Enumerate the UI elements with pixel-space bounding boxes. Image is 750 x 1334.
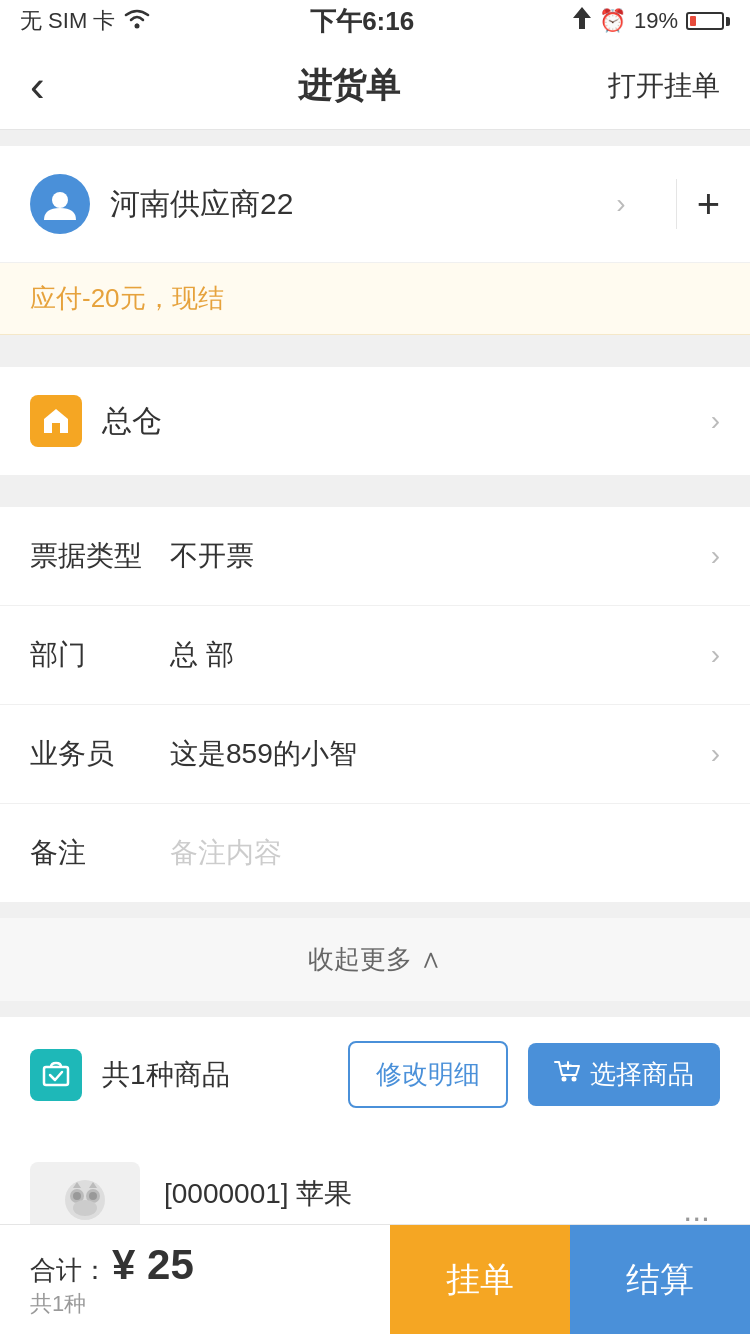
status-bar: 无 SIM 卡 下午6:16 ⏰ 19% bbox=[0, 0, 750, 42]
location-icon bbox=[573, 7, 591, 35]
svg-point-13 bbox=[73, 1200, 97, 1216]
warehouse-arrow-icon: › bbox=[711, 405, 720, 437]
page-title: 进货单 bbox=[298, 63, 400, 109]
department-label: 部门 bbox=[30, 636, 150, 674]
status-right: ⏰ 19% bbox=[573, 7, 730, 35]
product-name: [0000001] 苹果 bbox=[164, 1175, 649, 1213]
collapse-label: 收起更多 ∧ bbox=[308, 942, 441, 977]
select-products-label: 选择商品 bbox=[590, 1057, 694, 1092]
divider bbox=[676, 179, 677, 229]
total-section: 合计： ¥ 25 共1种 bbox=[0, 1225, 390, 1334]
time-display: 下午6:16 bbox=[310, 4, 414, 39]
total-label: 合计： bbox=[30, 1253, 108, 1288]
invoice-label: 票据类型 bbox=[30, 537, 150, 575]
back-button[interactable]: ‹ bbox=[30, 61, 90, 111]
battery-percent: 19% bbox=[634, 8, 678, 34]
products-count: 共1种商品 bbox=[102, 1056, 328, 1094]
salesperson-row[interactable]: 业务员 这是859的小智 › bbox=[0, 705, 750, 804]
svg-rect-2 bbox=[52, 423, 60, 433]
supplier-avatar bbox=[30, 174, 90, 234]
warehouse-name: 总仓 bbox=[102, 401, 711, 442]
products-header: 共1种商品 修改明细 选择商品 bbox=[0, 1017, 750, 1132]
department-row[interactable]: 部门 总 部 › bbox=[0, 606, 750, 705]
total-count: 共1种 bbox=[30, 1289, 360, 1319]
salesperson-value: 这是859的小智 bbox=[150, 735, 711, 773]
warehouse-row[interactable]: 总仓 › bbox=[0, 367, 750, 475]
department-arrow-icon: › bbox=[711, 639, 720, 671]
svg-point-4 bbox=[562, 1077, 567, 1082]
supplier-name: 河南供应商22 bbox=[110, 184, 616, 225]
svg-point-5 bbox=[572, 1077, 577, 1082]
carrier-label: 无 SIM 卡 bbox=[20, 6, 115, 36]
cart-icon bbox=[554, 1059, 582, 1090]
svg-point-1 bbox=[52, 192, 68, 208]
wifi-icon bbox=[123, 7, 151, 35]
remark-input[interactable]: 备注内容 bbox=[150, 834, 720, 872]
svg-rect-3 bbox=[44, 1067, 68, 1085]
checkout-button[interactable]: 结算 bbox=[570, 1225, 750, 1334]
invoice-row[interactable]: 票据类型 不开票 › bbox=[0, 507, 750, 606]
product-code: [0000001] bbox=[164, 1178, 296, 1209]
open-hang-button[interactable]: 打开挂单 bbox=[608, 67, 720, 105]
salesperson-arrow-icon: › bbox=[711, 738, 720, 770]
warehouse-section: 总仓 › bbox=[0, 367, 750, 475]
notice-banner: 应付-20元，现结 bbox=[0, 263, 750, 335]
svg-point-12 bbox=[89, 1192, 97, 1200]
salesperson-label: 业务员 bbox=[30, 735, 150, 773]
bottom-bar: 合计： ¥ 25 共1种 挂单 结算 bbox=[0, 1224, 750, 1334]
select-products-button[interactable]: 选择商品 bbox=[528, 1043, 720, 1106]
svg-point-11 bbox=[73, 1192, 81, 1200]
invoice-value: 不开票 bbox=[150, 537, 711, 575]
add-supplier-button[interactable]: + bbox=[697, 182, 720, 227]
battery-icon bbox=[686, 12, 730, 30]
supplier-section: 河南供应商22 › + 应付-20元，现结 bbox=[0, 146, 750, 335]
warehouse-icon bbox=[30, 395, 82, 447]
form-section: 票据类型 不开票 › 部门 总 部 › 业务员 这是859的小智 › 备注 备注… bbox=[0, 507, 750, 902]
remark-row[interactable]: 备注 备注内容 bbox=[0, 804, 750, 902]
invoice-arrow-icon: › bbox=[711, 540, 720, 572]
alarm-icon: ⏰ bbox=[599, 8, 626, 34]
status-left: 无 SIM 卡 bbox=[20, 6, 151, 36]
remark-label: 备注 bbox=[30, 834, 150, 872]
product-title: 苹果 bbox=[296, 1178, 352, 1209]
collapse-button[interactable]: 收起更多 ∧ bbox=[0, 918, 750, 1001]
supplier-arrow-icon: › bbox=[616, 188, 625, 220]
department-value: 总 部 bbox=[150, 636, 711, 674]
products-icon bbox=[30, 1049, 82, 1101]
svg-point-0 bbox=[135, 24, 140, 29]
supplier-row[interactable]: 河南供应商22 › + bbox=[0, 146, 750, 263]
total-amount: ¥ 25 bbox=[112, 1241, 194, 1289]
hang-button[interactable]: 挂单 bbox=[390, 1225, 570, 1334]
nav-bar: ‹ 进货单 打开挂单 bbox=[0, 42, 750, 130]
modify-detail-button[interactable]: 修改明细 bbox=[348, 1041, 508, 1108]
